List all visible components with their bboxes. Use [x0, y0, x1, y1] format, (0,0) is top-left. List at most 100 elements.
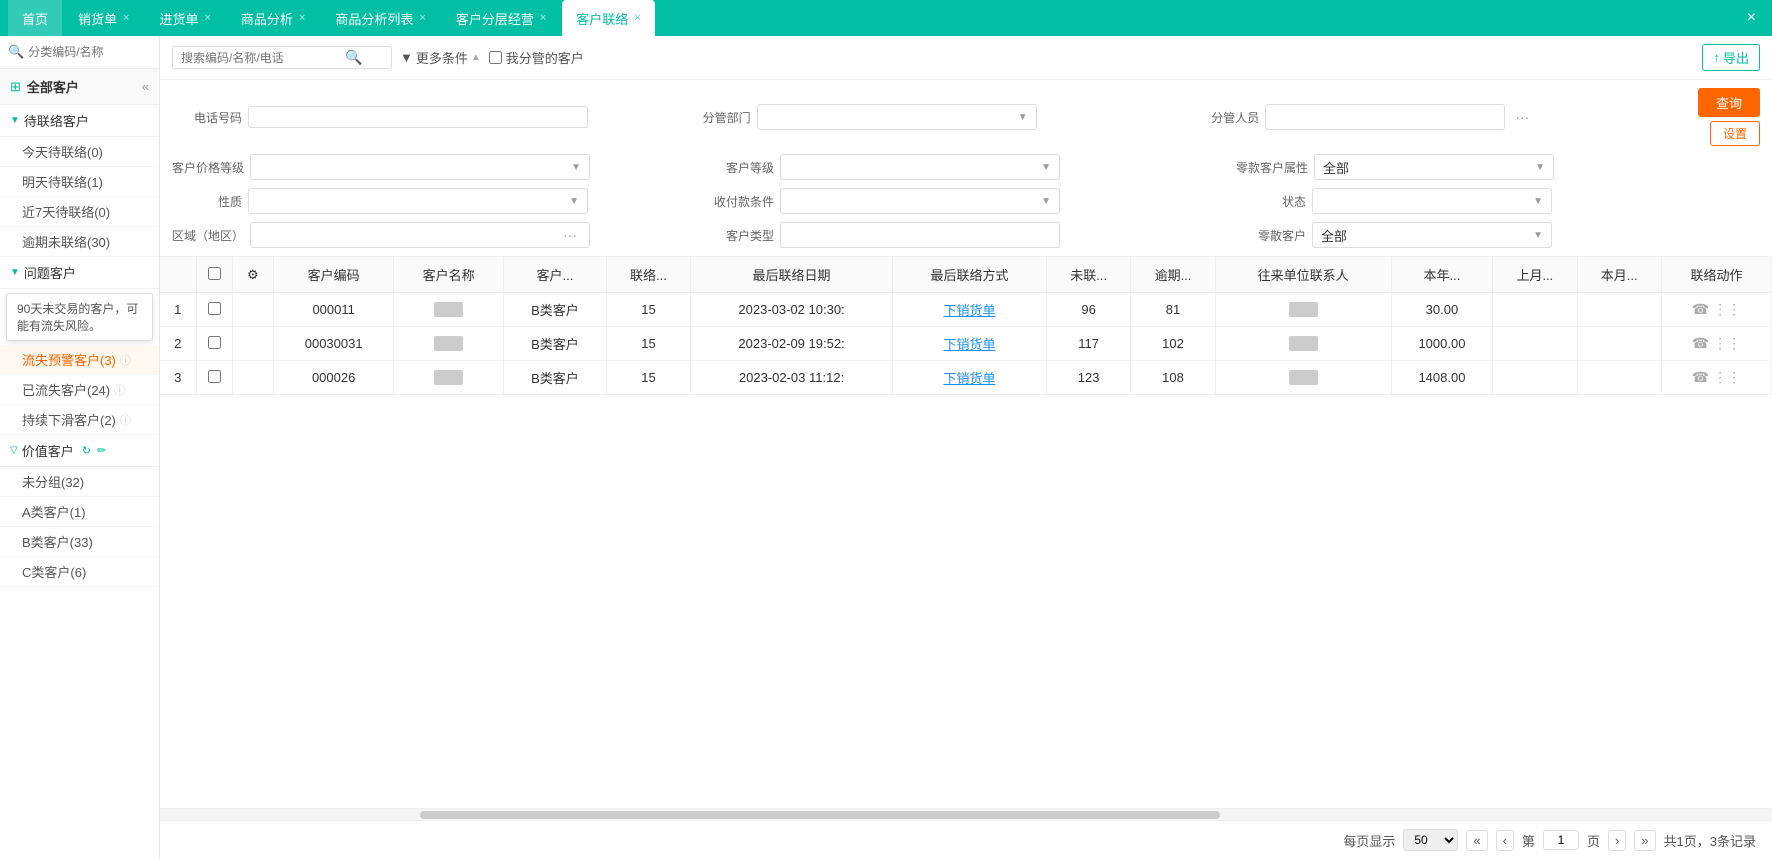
prev-page-button[interactable]: ‹	[1496, 830, 1514, 851]
tab-home[interactable]: 首页	[8, 0, 62, 36]
per-page-select[interactable]: 50 20 100	[1403, 829, 1458, 851]
sidebar-collapse-button[interactable]: «	[142, 79, 149, 94]
col-no-contact[interactable]: 未联...	[1046, 257, 1130, 293]
page-input[interactable]	[1543, 830, 1579, 850]
value-customers-refresh-icon[interactable]: ↻	[82, 444, 91, 457]
sidebar-search-input[interactable]	[28, 45, 160, 59]
tab-sales[interactable]: 销货单 ×	[64, 0, 143, 36]
sidebar-item-overdue-pending[interactable]: 逾期未联络(30)	[0, 227, 159, 257]
row-this-month	[1577, 361, 1661, 395]
tab-customer-tier[interactable]: 客户分层经营 ×	[442, 0, 560, 36]
more-conditions-button[interactable]: ▼ 更多条件 ▲	[400, 48, 481, 67]
col-this-year[interactable]: 本年...	[1391, 257, 1493, 293]
phone-input[interactable]	[248, 106, 588, 128]
col-type[interactable]: 客户...	[504, 257, 607, 293]
last-method-link[interactable]: 下销货单	[943, 303, 995, 318]
row-type: B类客户	[504, 327, 607, 361]
row-checkbox[interactable]	[208, 336, 221, 349]
last-page-button[interactable]: »	[1634, 830, 1655, 851]
region-more-btn[interactable]: ···	[559, 227, 581, 243]
col-this-month[interactable]: 本月...	[1577, 257, 1661, 293]
col-last-method[interactable]: 最后联络方式	[892, 257, 1046, 293]
sidebar-item-today-pending[interactable]: 今天待联络(0)	[0, 137, 159, 167]
filter-status: 状态 ▼	[1236, 188, 1760, 214]
search-bar: 🔍 ▼ 更多条件 ▲ 我分管的客户 ↑ 导出	[160, 36, 1772, 80]
region-select[interactable]: ···	[250, 222, 590, 248]
customer-level-select[interactable]: ▼	[780, 154, 1060, 180]
first-page-button[interactable]: «	[1466, 830, 1487, 851]
tab-customer-contact[interactable]: 客户联络 ×	[562, 0, 654, 36]
customer-type-select[interactable]	[780, 222, 1060, 248]
sidebar-item-declining[interactable]: 持续下滑客户(2) ⓘ	[0, 405, 159, 435]
filter-row-1: 电话号码 分管部门 ▼ 分管人员 ···	[172, 88, 1760, 146]
col-overdue[interactable]: 逾期...	[1131, 257, 1215, 293]
query-button[interactable]: 查询	[1698, 88, 1760, 117]
sidebar-group-problem-customers[interactable]: ▼ 问题客户	[0, 257, 159, 289]
last-method-link[interactable]: 下销货单	[943, 371, 995, 386]
col-last-date[interactable]: 最后联络日期	[691, 257, 893, 293]
sidebar-item-churn-warning[interactable]: 流失预警客户(3) ⓘ	[0, 345, 159, 375]
sidebar-item-churned[interactable]: 已流失客户(24) ⓘ	[0, 375, 159, 405]
col-contact[interactable]: 联络...	[606, 257, 690, 293]
close-analysis-tab[interactable]: ×	[299, 12, 305, 24]
pending-contact-label: 待联络客户	[24, 111, 89, 130]
zero-attr-select[interactable]: 全部 ▼	[1314, 154, 1554, 180]
action-more-icon[interactable]: ⋮⋮	[1713, 335, 1741, 352]
churn-tooltip: 90天未交易的客户，可能有流失风险。	[6, 293, 153, 341]
payment-select[interactable]: ▼	[780, 188, 1060, 214]
problem-customers-label: 问题客户	[24, 263, 76, 282]
my-customers-checkbox[interactable]	[489, 51, 502, 64]
sidebar-item-week-pending[interactable]: 近7天待联络(0)	[0, 197, 159, 227]
all-customers-header[interactable]: ⊞ 全部客户 «	[0, 69, 159, 105]
zero-customer-arrow: ▼	[1533, 230, 1543, 241]
person-more-btn[interactable]: ···	[1511, 109, 1533, 125]
select-all-checkbox[interactable]	[208, 267, 221, 280]
next-page-button[interactable]: ›	[1608, 830, 1626, 851]
value-customers-edit-icon[interactable]: ✏	[97, 444, 106, 457]
window-close-button[interactable]: ×	[1739, 5, 1764, 31]
settings-button[interactable]: 设置	[1710, 121, 1760, 146]
sidebar-group-pending-contact[interactable]: ▼ 待联络客户	[0, 105, 159, 137]
search-button[interactable]: 🔍	[345, 49, 362, 66]
close-customer-contact-tab[interactable]: ×	[634, 12, 640, 24]
person-select[interactable]	[1265, 104, 1505, 130]
action-more-icon[interactable]: ⋮⋮	[1713, 369, 1741, 386]
scrollbar-thumb[interactable]	[420, 811, 1220, 819]
tab-purchase[interactable]: 进货单 ×	[145, 0, 224, 36]
sidebar-item-class-b[interactable]: B类客户(33)	[0, 527, 159, 557]
tab-analysis-list[interactable]: 商品分析列表 ×	[321, 0, 439, 36]
col-last-month[interactable]: 上月...	[1493, 257, 1577, 293]
col-name[interactable]: 客户名称	[394, 257, 504, 293]
export-button[interactable]: ↑ 导出	[1702, 44, 1760, 71]
last-method-link[interactable]: 下销货单	[943, 337, 995, 352]
row-no-contact: 117	[1046, 327, 1130, 361]
gender-select[interactable]: ▼	[248, 188, 588, 214]
col-settings[interactable]: ⚙	[232, 257, 274, 293]
sidebar-item-class-a[interactable]: A类客户(1)	[0, 497, 159, 527]
action-more-icon[interactable]: ⋮⋮	[1713, 301, 1741, 318]
close-purchase-tab[interactable]: ×	[204, 12, 210, 24]
col-code[interactable]: 客户编码	[274, 257, 394, 293]
row-this-year: 1000.00	[1391, 327, 1493, 361]
sidebar-item-class-c[interactable]: C类客户(6)	[0, 557, 159, 587]
close-customer-tier-tab[interactable]: ×	[540, 12, 546, 24]
sidebar-group-value-customers[interactable]: ▽ 价值客户 ↻ ✏	[0, 435, 159, 467]
row-checkbox[interactable]	[208, 302, 221, 315]
close-analysis-list-tab[interactable]: ×	[419, 12, 425, 24]
tab-analysis[interactable]: 商品分析 ×	[227, 0, 319, 36]
action-call-icon[interactable]: ☎	[1692, 301, 1709, 318]
sidebar-item-tomorrow-pending[interactable]: 明天待联络(1)	[0, 167, 159, 197]
action-call-icon[interactable]: ☎	[1692, 335, 1709, 352]
search-input[interactable]	[181, 51, 341, 65]
sidebar-item-ungrouped[interactable]: 未分组(32)	[0, 467, 159, 497]
dept-select[interactable]: ▼	[757, 104, 1037, 130]
close-sales-tab[interactable]: ×	[123, 12, 129, 24]
zero-customer-select[interactable]: 全部 ▼	[1312, 222, 1552, 248]
status-select[interactable]: ▼	[1312, 188, 1552, 214]
price-level-select[interactable]: ▼	[250, 154, 590, 180]
action-call-icon[interactable]: ☎	[1692, 369, 1709, 386]
row-checkbox[interactable]	[208, 370, 221, 383]
row-settings-spacer	[232, 361, 274, 395]
horizontal-scrollbar[interactable]	[160, 808, 1772, 820]
declining-info-icon: ⓘ	[120, 412, 131, 428]
